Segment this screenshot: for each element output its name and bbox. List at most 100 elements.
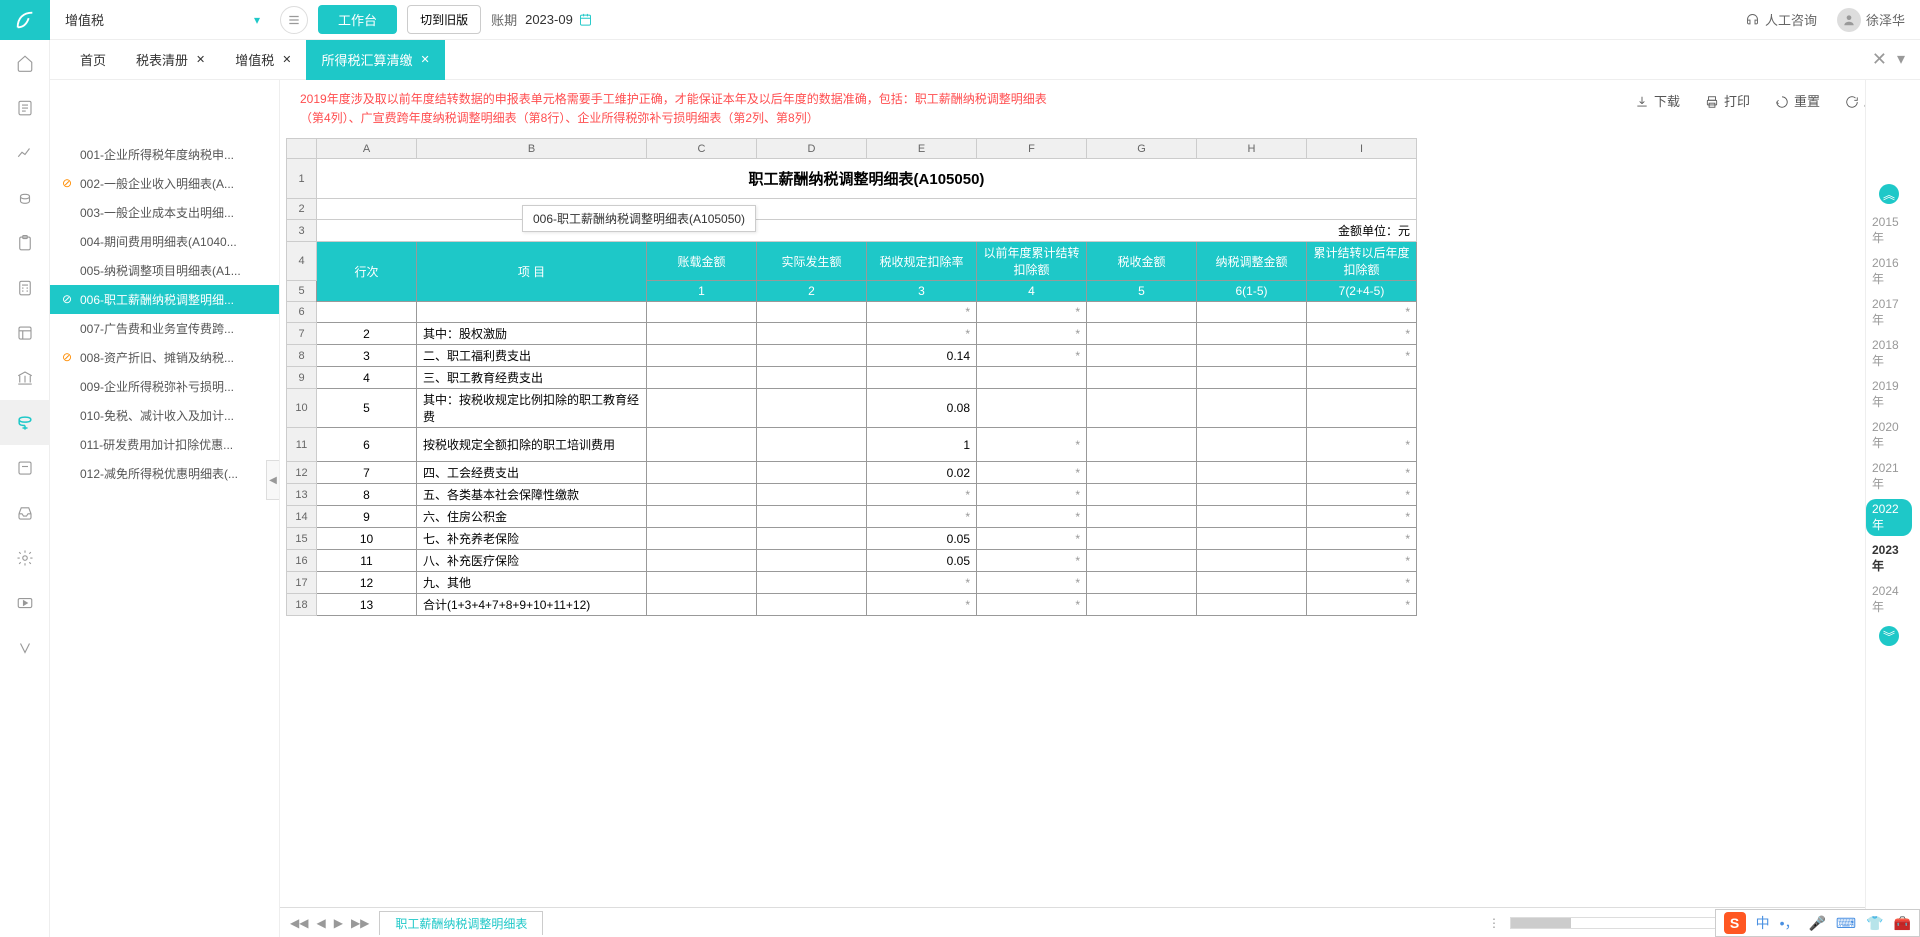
cell[interactable] [1197,428,1307,462]
year-2018年[interactable]: 2018年 [1866,335,1912,372]
year-2017年[interactable]: 2017年 [1866,294,1912,331]
cell[interactable] [1087,367,1197,389]
cell[interactable] [757,506,867,528]
cell[interactable] [757,367,867,389]
year-2015年[interactable]: 2015年 [1866,212,1912,249]
nav-settings-icon[interactable] [0,535,50,580]
cell[interactable]: 六、住房公积金 [417,506,647,528]
cell[interactable] [1087,594,1197,616]
cell[interactable] [977,428,1087,462]
cell[interactable]: 12 [317,572,417,594]
cell[interactable] [867,367,977,389]
cell[interactable] [977,389,1087,428]
cell[interactable]: 九、其他 [417,572,647,594]
cell[interactable] [977,484,1087,506]
cell[interactable]: 9 [317,506,417,528]
year-2016年[interactable]: 2016年 [1866,253,1912,290]
cell[interactable] [757,594,867,616]
cell[interactable]: 13 [317,594,417,616]
cell[interactable] [977,528,1087,550]
cell[interactable] [1087,572,1197,594]
form-list-item[interactable]: 003-一般企业成本支出明细... [50,198,279,227]
cell[interactable] [647,302,757,323]
cell[interactable] [867,506,977,528]
horizontal-scrollbar[interactable] [1511,918,1571,928]
year-2019年[interactable]: 2019年 [1866,376,1912,413]
cell[interactable] [977,367,1087,389]
cell[interactable] [977,572,1087,594]
sheet-nav-first[interactable]: ◀◀ [290,916,308,930]
cell[interactable] [647,594,757,616]
cell[interactable]: 其中：股权激励 [417,323,647,345]
ime-punct-icon[interactable]: •， [1780,913,1799,933]
cell[interactable] [757,302,867,323]
close-icon[interactable]: ✕ [196,53,205,66]
cell[interactable] [647,484,757,506]
cell[interactable] [1307,484,1417,506]
cell[interactable] [647,345,757,367]
cell[interactable] [1197,572,1307,594]
nav-clipboard-icon[interactable] [0,220,50,265]
cell[interactable]: 0.05 [867,550,977,572]
menu-toggle-button[interactable] [280,6,308,34]
cell[interactable] [757,572,867,594]
cell[interactable]: 0.02 [867,462,977,484]
collapse-handle[interactable]: ◀ [266,460,280,500]
cell[interactable]: 四、工会经费支出 [417,462,647,484]
cell[interactable]: 0.05 [867,528,977,550]
year-2023年[interactable]: 2023年 [1866,540,1912,577]
form-list-item[interactable]: 004-期间费用明细表(A1040... [50,227,279,256]
close-tab-icon[interactable]: ✕ [1872,49,1887,70]
cell[interactable] [1307,506,1417,528]
cell[interactable] [867,572,977,594]
ime-mic-icon[interactable]: 🎤 [1808,915,1825,932]
col-letter-H[interactable]: H [1197,139,1307,159]
tab-menu-icon[interactable]: ▾ [1897,49,1905,70]
col-letter-B[interactable]: B [417,139,647,159]
tab-所得税汇算清缴[interactable]: 所得税汇算清缴✕ [306,40,444,80]
consult-link[interactable]: 人工咨询 [1745,10,1817,29]
cell[interactable] [647,550,757,572]
nav-v-icon[interactable] [0,625,50,670]
nav-template-icon[interactable] [0,310,50,355]
cell[interactable] [1087,323,1197,345]
calendar-icon[interactable] [578,12,593,27]
cell[interactable]: 3 [317,345,417,367]
nav-tax-icon[interactable] [0,400,50,445]
cell[interactable] [1087,462,1197,484]
user-menu[interactable]: 徐泽华 [1837,8,1905,32]
cell[interactable]: 七、补充养老保险 [417,528,647,550]
cell[interactable] [647,528,757,550]
col-letter-C[interactable]: C [647,139,757,159]
col-letter-G[interactable]: G [1087,139,1197,159]
cell[interactable] [757,323,867,345]
form-list-item[interactable]: 011-研发费用加计扣除优惠... [50,430,279,459]
form-list-item[interactable]: 001-企业所得税年度纳税申... [50,140,279,169]
cell[interactable]: 10 [317,528,417,550]
cell[interactable]: 6 [317,428,417,462]
cell[interactable]: 11 [317,550,417,572]
col-letter-E[interactable]: E [867,139,977,159]
cell[interactable] [1087,528,1197,550]
nav-money-icon[interactable] [0,175,50,220]
cell[interactable] [1087,345,1197,367]
cell[interactable] [647,572,757,594]
cell[interactable] [417,302,647,323]
nav-bank-icon[interactable] [0,355,50,400]
year-2021年[interactable]: 2021年 [1866,458,1912,495]
cell[interactable] [757,462,867,484]
cell[interactable] [647,428,757,462]
cell[interactable]: 2 [317,323,417,345]
cell[interactable]: 0.14 [867,345,977,367]
nav-archive-icon[interactable] [0,445,50,490]
cell[interactable] [647,506,757,528]
cell[interactable] [867,302,977,323]
col-letter-I[interactable]: I [1307,139,1417,159]
form-list-item[interactable]: ⊘006-职工薪酬纳税调整明细... [50,285,279,314]
cell[interactable] [1197,302,1307,323]
cell[interactable] [647,323,757,345]
cell[interactable]: 其中：按税收规定比例扣除的职工教育经费 [417,389,647,428]
cell[interactable] [1307,345,1417,367]
cell[interactable] [1197,462,1307,484]
cell[interactable]: 0.08 [867,389,977,428]
